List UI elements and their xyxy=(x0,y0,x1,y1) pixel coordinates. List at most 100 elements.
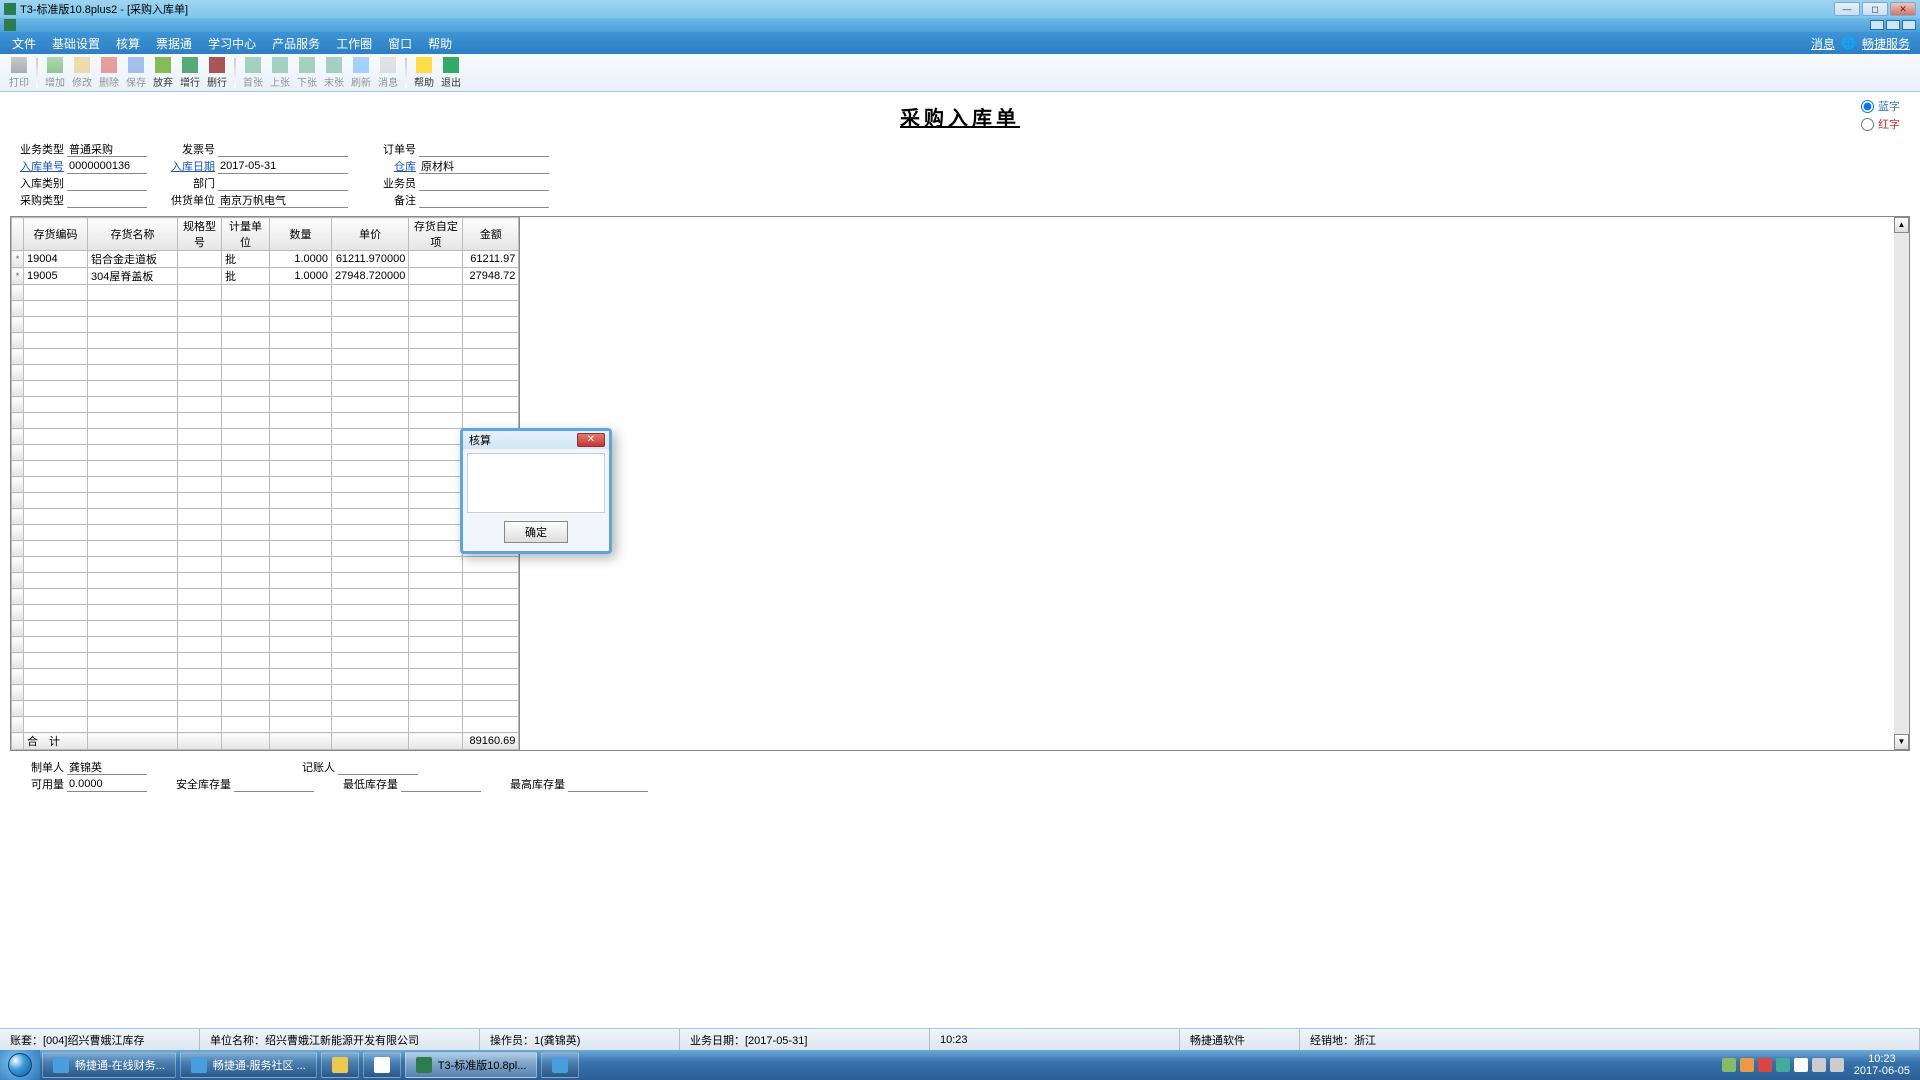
close-button[interactable]: ✕ xyxy=(1890,2,1916,16)
grid-header[interactable]: 存货编码 xyxy=(24,218,88,251)
scroll-up-button[interactable]: ▲ xyxy=(1894,217,1909,233)
dept-input[interactable] xyxy=(218,175,348,191)
menu-bill[interactable]: 票据通 xyxy=(148,35,200,52)
table-row[interactable] xyxy=(12,461,519,477)
table-row[interactable]: *19005304屋脊盖板批1.000027948.72000027948.72 xyxy=(12,268,519,285)
table-row[interactable] xyxy=(12,493,519,509)
menu-learn[interactable]: 学习中心 xyxy=(200,35,264,52)
table-row[interactable] xyxy=(12,445,519,461)
tb-next[interactable]: 下张 xyxy=(294,56,320,90)
tray-icon-4[interactable] xyxy=(1776,1058,1790,1072)
tb-addrow[interactable]: 增行 xyxy=(177,56,203,90)
tb-refresh[interactable]: 刷新 xyxy=(348,56,374,90)
tb-abandon[interactable]: 放弃 xyxy=(150,56,176,90)
table-row[interactable] xyxy=(12,685,519,701)
order-no-input[interactable] xyxy=(419,141,549,157)
menu-service[interactable]: 畅捷服务 xyxy=(1856,35,1916,52)
min-input[interactable] xyxy=(401,776,481,792)
tb-help[interactable]: 帮助 xyxy=(411,56,437,90)
table-row[interactable] xyxy=(12,397,519,413)
tb-save[interactable]: 保存 xyxy=(123,56,149,90)
safe-input[interactable] xyxy=(234,776,314,792)
task-item-app[interactable] xyxy=(363,1052,401,1078)
table-row[interactable] xyxy=(12,573,519,589)
in-cat-input[interactable] xyxy=(67,175,147,191)
task-item-ie1[interactable]: 畅捷通-在线财务... xyxy=(42,1052,176,1078)
tb-edit[interactable]: 修改 xyxy=(69,56,95,90)
table-row[interactable] xyxy=(12,541,519,557)
tb-last[interactable]: 末张 xyxy=(321,56,347,90)
tb-msg[interactable]: 消息 xyxy=(375,56,401,90)
table-row[interactable] xyxy=(12,509,519,525)
tray-clock[interactable]: 10:23 2017-06-05 xyxy=(1848,1053,1916,1077)
invoice-no-input[interactable] xyxy=(218,141,348,157)
menu-product[interactable]: 产品服务 xyxy=(264,35,328,52)
start-button[interactable] xyxy=(0,1050,40,1080)
table-row[interactable] xyxy=(12,701,519,717)
purchase-type-input[interactable] xyxy=(67,192,147,208)
radio-blue-input[interactable] xyxy=(1861,100,1874,113)
mdi-close-button[interactable] xyxy=(1902,20,1916,30)
max-input[interactable] xyxy=(568,776,648,792)
table-row[interactable] xyxy=(12,413,519,429)
table-row[interactable] xyxy=(12,605,519,621)
tb-add[interactable]: 增加 xyxy=(42,56,68,90)
table-row[interactable] xyxy=(12,589,519,605)
in-date-label[interactable]: 入库日期 xyxy=(161,158,215,174)
table-row[interactable] xyxy=(12,525,519,541)
grid-header[interactable]: 存货自定项 xyxy=(409,218,463,251)
warehouse-input[interactable] xyxy=(419,158,549,174)
task-item-ie2[interactable]: 畅捷通-服务社区 ... xyxy=(180,1052,317,1078)
grid[interactable]: 存货编码存货名称规格型号计量单位数量单价存货自定项金额*19004铝合金走道板批… xyxy=(10,216,520,751)
table-row[interactable] xyxy=(12,429,519,445)
tray-volume-icon[interactable] xyxy=(1812,1058,1826,1072)
sales-input[interactable] xyxy=(419,175,549,191)
menu-accounting[interactable]: 核算 xyxy=(108,35,148,52)
task-item-explorer[interactable] xyxy=(321,1052,359,1078)
table-row[interactable] xyxy=(12,477,519,493)
table-row[interactable] xyxy=(12,333,519,349)
dialog-titlebar[interactable]: 核算 ✕ xyxy=(463,431,609,449)
table-row[interactable] xyxy=(12,717,519,733)
menu-window[interactable]: 窗口 xyxy=(380,35,420,52)
menu-file[interactable]: 文件 xyxy=(4,35,44,52)
avail-input[interactable] xyxy=(67,776,147,792)
grid-header[interactable]: 金额 xyxy=(463,218,519,251)
tb-print[interactable]: 打印 xyxy=(6,56,32,90)
tray-flag-icon[interactable] xyxy=(1794,1058,1808,1072)
table-row[interactable] xyxy=(12,637,519,653)
maximize-button[interactable]: ◻ xyxy=(1862,2,1888,16)
table-row[interactable] xyxy=(12,557,519,573)
tb-delete[interactable]: 删除 xyxy=(96,56,122,90)
radio-red[interactable]: 红字 xyxy=(1861,116,1900,132)
scroll-down-button[interactable]: ▼ xyxy=(1894,734,1909,750)
table-row[interactable] xyxy=(12,285,519,301)
table-row[interactable] xyxy=(12,669,519,685)
grid-scrollbar[interactable]: ▲ ▼ xyxy=(1894,216,1910,751)
minimize-button[interactable]: — xyxy=(1834,2,1860,16)
tray-network-icon[interactable] xyxy=(1830,1058,1844,1072)
mdi-restore-button[interactable] xyxy=(1886,20,1900,30)
grid-header[interactable]: 计量单位 xyxy=(222,218,270,251)
booker-input[interactable] xyxy=(338,759,418,775)
table-row[interactable] xyxy=(12,317,519,333)
task-item-t3[interactable]: T3-标准版10.8pl... xyxy=(405,1052,538,1078)
table-row[interactable] xyxy=(12,301,519,317)
remark-input[interactable] xyxy=(419,192,549,208)
maker-input[interactable] xyxy=(67,759,147,775)
grid-header[interactable]: 单价 xyxy=(332,218,409,251)
radio-blue[interactable]: 蓝字 xyxy=(1861,98,1900,114)
tray-icon-3[interactable] xyxy=(1758,1058,1772,1072)
task-item-ie3[interactable] xyxy=(541,1052,579,1078)
warehouse-label[interactable]: 仓库 xyxy=(362,158,416,174)
mdi-minimize-button[interactable] xyxy=(1870,20,1884,30)
supplier-input[interactable] xyxy=(218,192,348,208)
table-row[interactable]: *19004铝合金走道板批1.000061211.97000061211.97 xyxy=(12,251,519,268)
table-row[interactable] xyxy=(12,365,519,381)
table-row[interactable] xyxy=(12,349,519,365)
dialog-close-button[interactable]: ✕ xyxy=(577,433,605,447)
menu-messages[interactable]: 消息 xyxy=(1805,35,1841,52)
biz-type-input[interactable] xyxy=(67,141,147,157)
in-no-input[interactable] xyxy=(67,158,147,174)
dialog-ok-button[interactable]: 确定 xyxy=(504,521,568,543)
